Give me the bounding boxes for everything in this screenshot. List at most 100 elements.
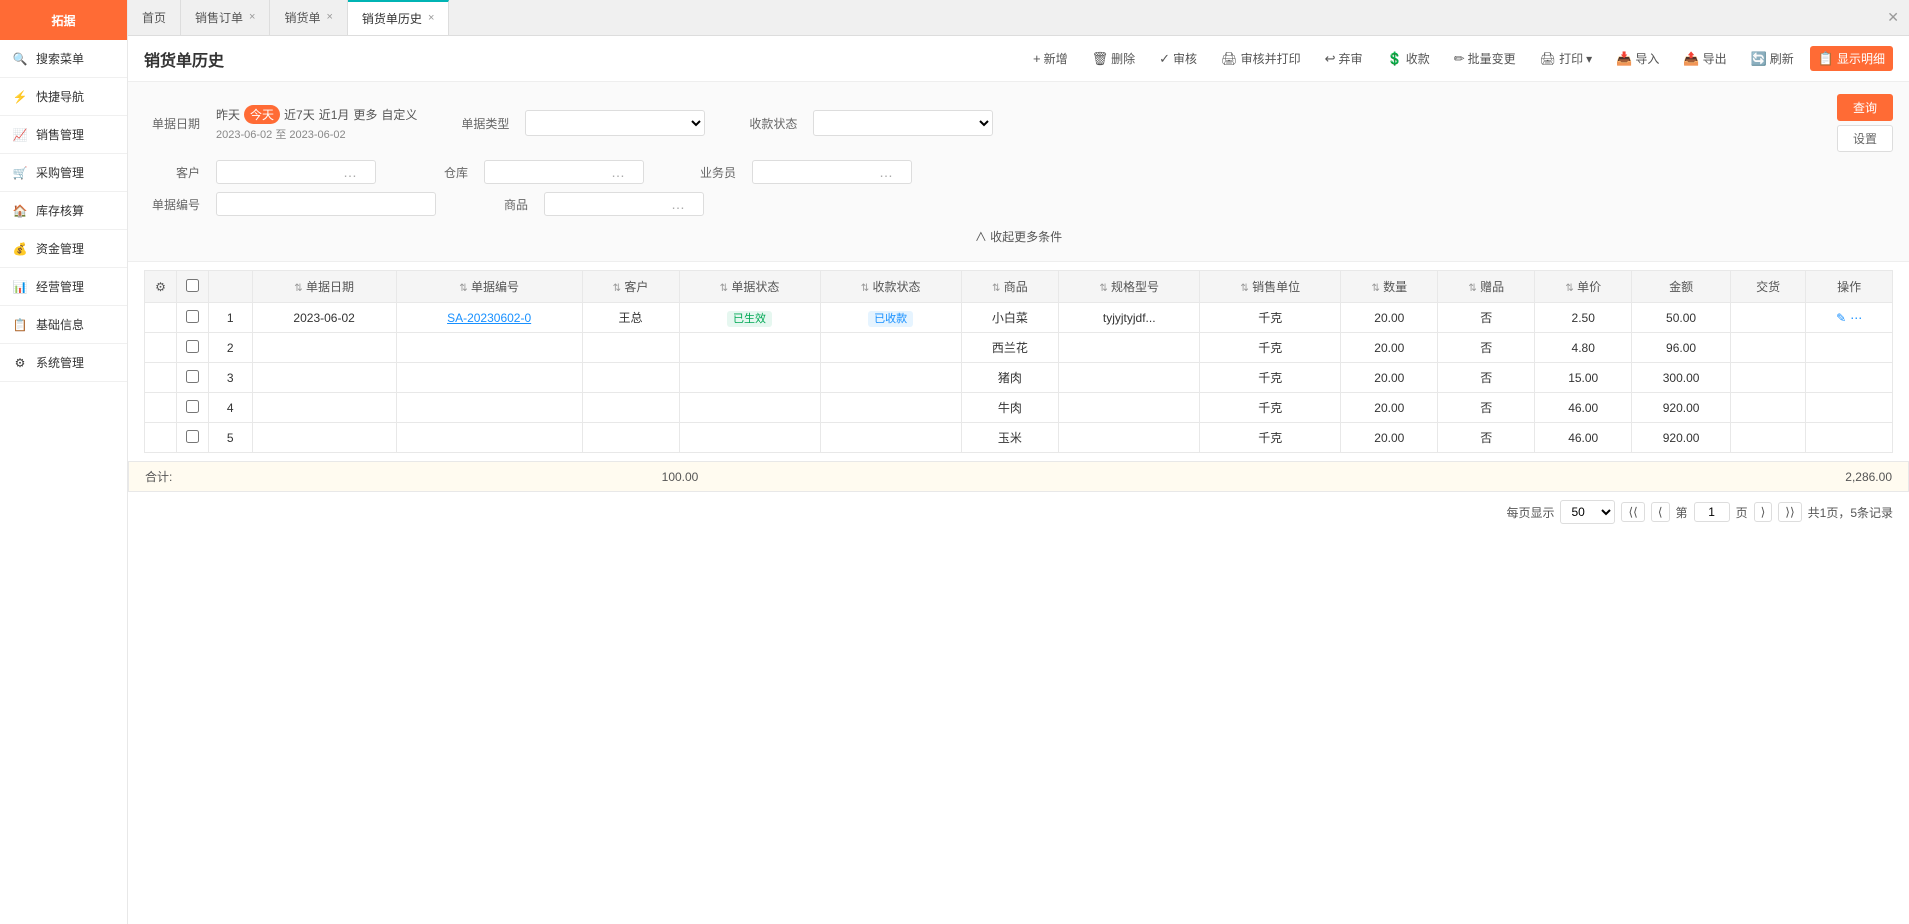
- tab-sales-delivery-history[interactable]: 销货单历史 ×: [348, 0, 449, 35]
- export-button[interactable]: 📤 导出: [1675, 46, 1734, 71]
- sidebar-item-finance[interactable]: 💰 资金管理: [0, 230, 127, 268]
- prev-page-button[interactable]: ⟨: [1651, 502, 1670, 522]
- refresh-button[interactable]: 🔄 刷新: [1743, 46, 1802, 71]
- cell-actions-4[interactable]: [1806, 423, 1893, 453]
- display-details-button[interactable]: 📋 显示明细: [1810, 46, 1893, 71]
- customer-input[interactable]: [223, 165, 343, 179]
- cell-checkbox-2[interactable]: [177, 363, 209, 393]
- cell-doc-no-0[interactable]: SA-20230602-0: [396, 303, 582, 333]
- doc-type-select[interactable]: [525, 110, 705, 136]
- col-customer[interactable]: ⇅ 客户: [582, 271, 679, 303]
- sort-qty-icon: ⇅: [1371, 283, 1379, 294]
- tab-sales-delivery-history-close[interactable]: ×: [428, 13, 434, 24]
- customer-dots[interactable]: …: [343, 164, 357, 180]
- col-goods[interactable]: ⇅ 商品: [961, 271, 1058, 303]
- delete-button[interactable]: 🗑 删除: [1084, 46, 1144, 71]
- cell-customer-3: [582, 393, 679, 423]
- cell-payment-status-3: [820, 393, 961, 423]
- edit-btn-0[interactable]: ✎: [1834, 311, 1848, 325]
- tab-sales-delivery-close[interactable]: ×: [326, 12, 332, 23]
- import-button[interactable]: 📥 导入: [1608, 46, 1667, 71]
- refresh-icon: 🔄: [1751, 51, 1767, 67]
- cell-doc-no-3[interactable]: [396, 393, 582, 423]
- cell-trade-0: [1730, 303, 1805, 333]
- shortcut-today[interactable]: 今天: [244, 105, 280, 124]
- cell-checkbox-4[interactable]: [177, 423, 209, 453]
- salesperson-label: 业务员: [680, 164, 736, 181]
- first-page-button[interactable]: ⟨⟨: [1621, 502, 1644, 522]
- last-page-button[interactable]: ⟩⟩: [1778, 502, 1801, 522]
- col-settings[interactable]: ⚙: [145, 271, 177, 303]
- salesperson-dots[interactable]: …: [879, 164, 893, 180]
- cell-unit-0: 千克: [1200, 303, 1341, 333]
- sidebar-item-inventory[interactable]: 🏠 库存核算: [0, 192, 127, 230]
- tab-sales-delivery[interactable]: 销货单 ×: [270, 0, 347, 35]
- cell-actions-0[interactable]: ✎⋯: [1806, 303, 1893, 333]
- col-unit-price[interactable]: ⇅ 单价: [1535, 271, 1632, 303]
- goods-input[interactable]: [551, 197, 671, 211]
- warehouse-input[interactable]: [491, 165, 611, 179]
- print-button[interactable]: 🖨 打印 ▾: [1532, 46, 1601, 71]
- page-number-input[interactable]: [1694, 502, 1730, 522]
- print-icon: 🖨: [1540, 51, 1557, 67]
- set-button[interactable]: 设置: [1837, 125, 1893, 152]
- col-doc-date[interactable]: ⇅ 单据日期: [252, 271, 396, 303]
- cell-actions-2[interactable]: [1806, 363, 1893, 393]
- shortcut-custom[interactable]: 自定义: [381, 106, 417, 123]
- select-all-checkbox[interactable]: [186, 279, 199, 292]
- payment-status-select[interactable]: [813, 110, 993, 136]
- more-btn-0[interactable]: ⋯: [1848, 311, 1864, 325]
- row-checkbox-2[interactable]: [186, 370, 199, 383]
- batch-change-button[interactable]: ✏ 批量变更: [1446, 46, 1524, 71]
- col-gift[interactable]: ⇅ 赠品: [1438, 271, 1535, 303]
- goods-dots[interactable]: …: [671, 196, 685, 212]
- sidebar-item-purchase[interactable]: 🛒 采购管理: [0, 154, 127, 192]
- audit-button[interactable]: ✓ 审核: [1151, 46, 1205, 71]
- shortcut-more[interactable]: 更多: [353, 106, 377, 123]
- col-checkbox[interactable]: [177, 271, 209, 303]
- sidebar-item-quick-nav[interactable]: ⚡ 快捷导航: [0, 78, 127, 116]
- add-button[interactable]: + 新增: [1025, 46, 1076, 71]
- col-qty[interactable]: ⇅ 数量: [1341, 271, 1438, 303]
- collect-button[interactable]: 💲 收款: [1379, 46, 1438, 71]
- cell-doc-no-2[interactable]: [396, 363, 582, 393]
- col-doc-no[interactable]: ⇅ 单据编号: [396, 271, 582, 303]
- query-button[interactable]: 查询: [1837, 94, 1893, 121]
- cell-checkbox-1[interactable]: [177, 333, 209, 363]
- col-unit[interactable]: ⇅ 销售单位: [1200, 271, 1341, 303]
- cell-checkbox-0[interactable]: [177, 303, 209, 333]
- tab-home[interactable]: 首页: [128, 0, 181, 35]
- row-checkbox-4[interactable]: [186, 430, 199, 443]
- col-doc-status[interactable]: ⇅ 单据状态: [679, 271, 820, 303]
- sidebar-item-operations[interactable]: 📊 经营管理: [0, 268, 127, 306]
- sidebar-item-search-menu[interactable]: 🔍 搜索菜单: [0, 40, 127, 78]
- discard-button[interactable]: ↩ 弃审: [1317, 46, 1371, 71]
- row-checkbox-1[interactable]: [186, 340, 199, 353]
- cell-doc-no-4[interactable]: [396, 423, 582, 453]
- shortcut-7days[interactable]: 近7天: [284, 106, 315, 123]
- cell-actions-1[interactable]: [1806, 333, 1893, 363]
- sidebar-item-system[interactable]: ⚙ 系统管理: [0, 344, 127, 382]
- row-checkbox-3[interactable]: [186, 400, 199, 413]
- col-spec[interactable]: ⇅ 规格型号: [1059, 271, 1200, 303]
- warehouse-dots[interactable]: …: [611, 164, 625, 180]
- cell-actions-3[interactable]: [1806, 393, 1893, 423]
- col-payment-status[interactable]: ⇅ 收款状态: [820, 271, 961, 303]
- collapse-more-button[interactable]: ∧ 收起更多条件: [144, 224, 1893, 249]
- cell-checkbox-3[interactable]: [177, 393, 209, 423]
- page-size-select[interactable]: 50 100 200: [1560, 500, 1615, 524]
- shortcut-1month[interactable]: 近1月: [319, 106, 350, 123]
- tab-bar-close-all[interactable]: ✕: [1887, 9, 1909, 26]
- sidebar-item-basic-info[interactable]: 📋 基础信息: [0, 306, 127, 344]
- row-checkbox-0[interactable]: [186, 310, 199, 323]
- shortcut-yesterday[interactable]: 昨天: [216, 106, 240, 123]
- doc-no-input[interactable]: [216, 192, 436, 216]
- tab-sales-order[interactable]: 销售订单 ×: [181, 0, 270, 35]
- next-page-button[interactable]: ⟩: [1754, 502, 1773, 522]
- salesperson-input[interactable]: [759, 165, 879, 179]
- audit-print-button[interactable]: 🖨 审核并打印: [1213, 46, 1309, 71]
- cell-doc-no-1[interactable]: [396, 333, 582, 363]
- tab-sales-order-close[interactable]: ×: [249, 12, 255, 23]
- sidebar-item-sales[interactable]: 📈 销售管理: [0, 116, 127, 154]
- table-body: 1 2023-06-02 SA-20230602-0 王总 已生效 已收款 小白…: [145, 303, 1893, 453]
